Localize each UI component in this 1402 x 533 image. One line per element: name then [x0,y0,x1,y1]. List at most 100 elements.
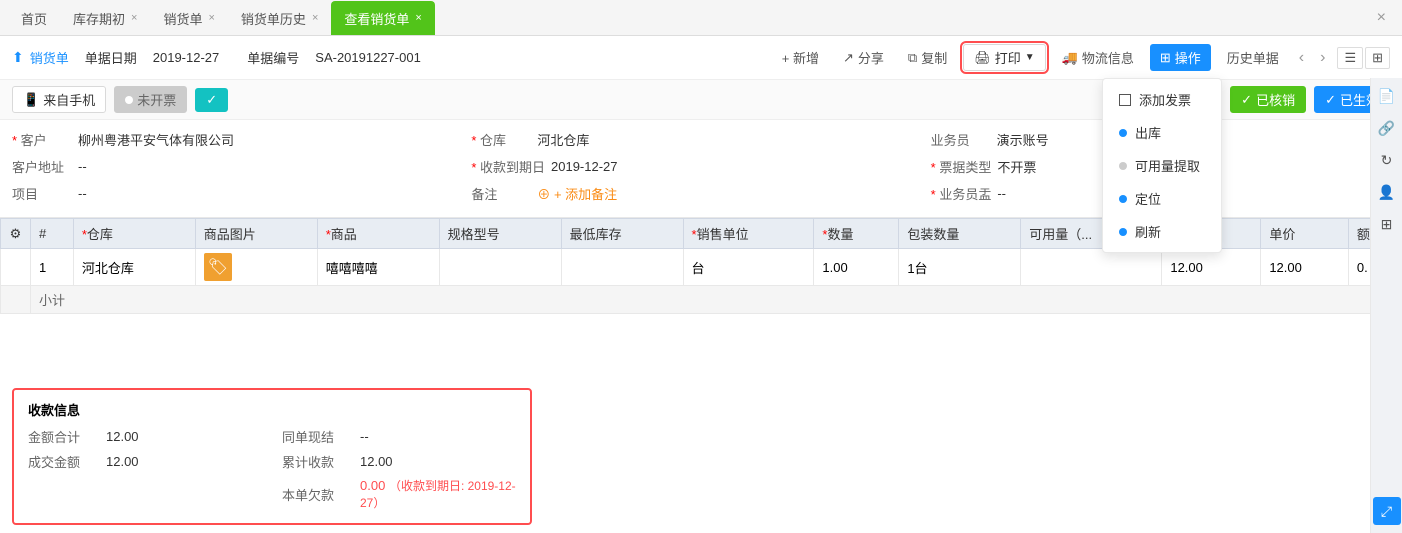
doc-header-left: ⬆ 销货单 单据日期 2019-12-27 单据编号 SA-20191227-0… [12,48,774,67]
sidebar-file-icon[interactable]: 📄 [1373,82,1401,110]
staff-label: 业务员 [931,130,991,149]
project-label: 项目 [12,184,72,203]
menu-item-locate[interactable]: 定位 [1103,182,1221,215]
locate-icon [1119,195,1127,203]
copy-button[interactable]: ⧉ 复制 [900,45,955,70]
tab-inventory-init[interactable]: 库存期初 × [60,1,150,35]
not-open-label: 未开票 [137,90,176,109]
tab-home[interactable]: 首页 [8,1,60,35]
tab-history-close[interactable]: × [312,12,318,24]
product-image: 🏷 [204,253,232,281]
nav-next[interactable]: › [1316,47,1329,69]
tab-view-sales[interactable]: 查看销货单 × [331,1,434,35]
logistics-button[interactable]: 🚚 物流信息 [1054,45,1142,70]
settlement-row: 同单现结 -- [282,427,516,446]
share-button[interactable]: ↗ 分享 [835,45,892,70]
table-row: 1 河北仓库 🏷 嘻嘻嘻嘻 台 1.00 1台 12.00 12.00 0. [1,249,1402,286]
nav-prev[interactable]: ‹ [1295,47,1308,69]
new-label: + 新增 [782,48,819,67]
row-gear[interactable] [1,249,31,286]
doc-number-label: 单据编号 [247,48,299,67]
add-invoice-label: 添加发票 [1139,90,1191,109]
ticket-type-label: 票据类型 [931,157,992,176]
subtotal-gear [1,286,31,314]
tab-inventory-label: 库存期初 [73,9,125,28]
doc-date-value[interactable]: 2019-12-27 [153,50,220,65]
warehouse-label: 仓库 [471,130,531,149]
tab-view-sales-close[interactable]: × [415,12,421,24]
sidebar-link-icon[interactable]: 🔗 [1373,114,1401,142]
row-unit-price[interactable]: 12.00 [1261,249,1349,286]
doc-date-label: 单据日期 [85,48,137,67]
operation-button[interactable]: ⊞ 操作 [1150,44,1211,71]
total-label: 金额合计 [28,427,98,446]
mobile-icon: 📱 [23,92,39,108]
menu-item-outbound[interactable]: 出库 [1103,116,1221,149]
subtotal-label: 小计 [31,286,1402,314]
staff-value[interactable]: 演示账号 [997,130,1077,149]
menu-item-add-invoice[interactable]: 添加发票 [1103,83,1221,116]
address-value: -- [78,159,238,174]
from-mobile-button[interactable]: 📱 来自手机 [12,86,106,113]
customer-value[interactable]: 柳州粤港平安气体有限公司 [78,130,238,149]
tab-sales-order[interactable]: 销货单 × [150,1,227,35]
due-date-value[interactable]: 2019-12-27 [551,159,631,174]
view-grid[interactable]: ⊞ [1365,47,1390,69]
warehouse-field: 仓库 河北仓库 [471,130,930,149]
print-label: 打印 [995,48,1021,67]
sold-status-button[interactable]: ✓ 已核销 [1230,86,1306,113]
close-all-tabs[interactable]: × [1369,9,1394,27]
tab-sales-history[interactable]: 销货单历史 × [228,1,331,35]
copy-icon: ⧉ [908,50,917,66]
col-min-stock: 最低库存 [561,219,683,249]
payment-info-title: 收款信息 [28,400,516,419]
due-date-field: 收款到期日 2019-12-27 [471,157,930,176]
main-content: ⬆ 销货单 单据日期 2019-12-27 单据编号 SA-20191227-0… [0,36,1402,533]
operation-label: 操作 [1175,48,1201,67]
menu-item-refresh[interactable]: 刷新 [1103,215,1221,248]
row-product[interactable]: 嘻嘻嘻嘻 [317,249,439,286]
total-value: 12.00 [106,429,139,444]
project-value: -- [78,186,238,201]
view-list[interactable]: ☰ [1337,47,1363,69]
col-product: *商品 [317,219,439,249]
balance-value: 0.00 （收款到期日: 2019-12-27） [360,477,516,511]
add-remark-label: + 添加备注 [554,187,617,202]
doc-header-right: + 新增 ↗ 分享 ⧉ 复制 🖨 打印 ▼ 🚚 物流信息 ⊞ 操作 [774,44,1390,71]
add-remark-button[interactable]: ⊕ + 添加备注 [537,184,617,203]
col-gear[interactable]: ⚙ [1,219,31,249]
effective-icon: ✓ [1325,92,1336,108]
col-quantity: *数量 [814,219,899,249]
ticket-type-value[interactable]: 不开票 [997,157,1077,176]
settlement-label: 同单现结 [282,427,352,446]
operation-dropdown: 添加发票 出库 可用量提取 定位 刷新 [1102,78,1222,253]
menu-item-available[interactable]: 可用量提取 [1103,149,1221,182]
sidebar-expand-icon[interactable]: ⤢ [1373,497,1401,525]
history-label: 历史单据 [1227,48,1279,67]
print-button[interactable]: 🖨 打印 ▼ [963,44,1045,71]
cumulative-row: 累计收款 12.00 [282,452,516,471]
sidebar-user-icon[interactable]: 👤 [1373,178,1401,206]
warehouse-value[interactable]: 河北仓库 [537,130,617,149]
sidebar-table-icon[interactable]: ⊞ [1373,210,1401,238]
settlement-value: -- [360,429,369,444]
confirm-button[interactable]: ✓ [195,88,228,112]
row-package-qty: 1台 [899,249,1021,286]
row-product-img: 🏷 [195,249,317,286]
remark-label: 备注 [471,184,531,203]
tab-sales-close[interactable]: × [208,12,214,24]
history-button[interactable]: 历史单据 [1219,45,1287,70]
sidebar-refresh-icon[interactable]: ↻ [1373,146,1401,174]
row-stock: 12.00 [1162,249,1261,286]
customer-field: 客户 柳州粤港平安气体有限公司 [12,130,471,149]
sold-icon: ✓ [1241,92,1252,108]
not-open-button[interactable]: 未开票 [114,86,187,113]
logistics-icon: 🚚 [1062,50,1078,66]
row-quantity[interactable]: 1.00 [814,249,899,286]
row-available [1021,249,1162,286]
col-no: # [31,219,74,249]
tab-home-label: 首页 [21,9,47,28]
doc-type-label: 销货单 [30,48,69,67]
tab-inventory-close[interactable]: × [131,12,137,24]
new-button[interactable]: + 新增 [774,45,827,70]
